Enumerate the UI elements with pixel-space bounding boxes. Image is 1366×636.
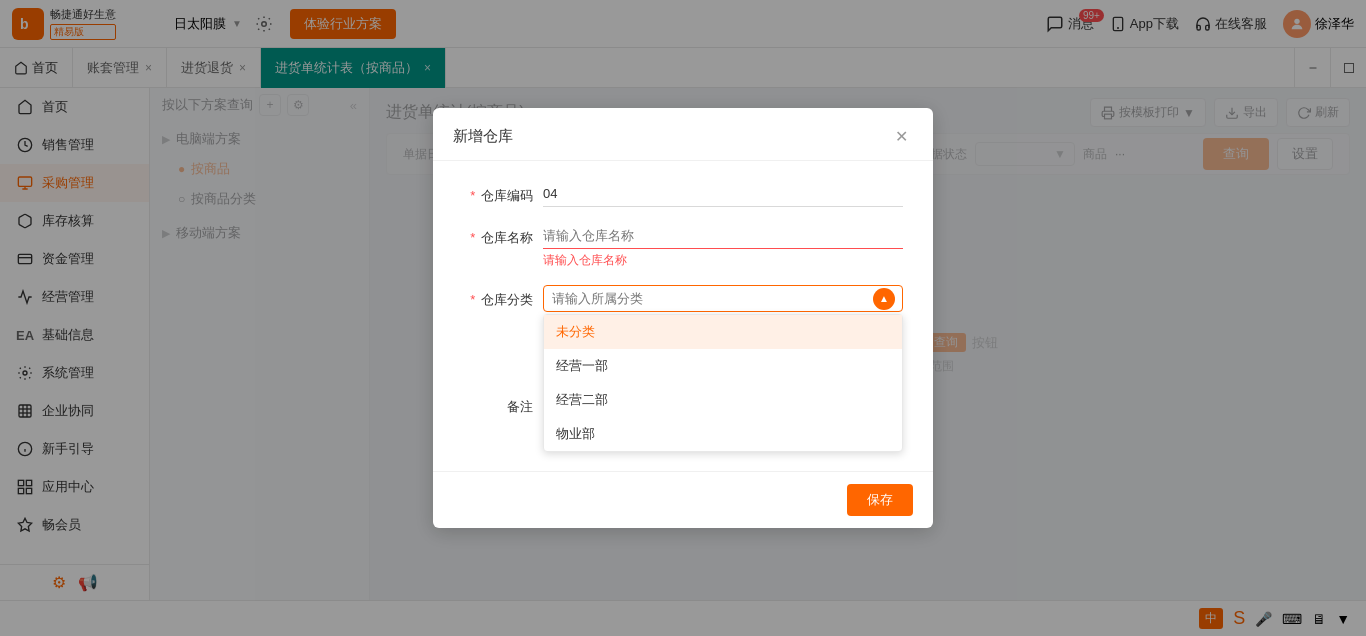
dropdown-item-dept2[interactable]: 经营二部 <box>544 383 902 417</box>
category-row: * 仓库分类 ▲ 未分类 经营一部 经营二部 物业部 <box>463 285 903 312</box>
name-error-message: 请输入仓库名称 <box>543 252 903 269</box>
required-star-name: * <box>470 230 475 245</box>
code-label: * 仓库编码 <box>463 181 543 205</box>
required-star-category: * <box>470 292 475 307</box>
name-input[interactable] <box>543 223 903 249</box>
dialog-body: * 仓库编码 * 仓库名称 请输入仓库名称 <box>433 161 933 471</box>
category-label: * 仓库分类 <box>463 285 543 309</box>
required-star-code: * <box>470 188 475 203</box>
dropdown-item-dept1[interactable]: 经营一部 <box>544 349 902 383</box>
name-row: * 仓库名称 请输入仓库名称 <box>463 223 903 269</box>
category-input[interactable] <box>543 285 903 312</box>
code-row: * 仓库编码 <box>463 181 903 207</box>
name-label: * 仓库名称 <box>463 223 543 247</box>
dialog-close-button[interactable]: ✕ <box>889 124 913 148</box>
dialog-header: 新增仓库 ✕ <box>433 108 933 161</box>
code-field <box>543 181 903 207</box>
category-field: ▲ 未分类 经营一部 经营二部 物业部 <box>543 285 903 312</box>
category-select-wrapper: ▲ <box>543 285 903 312</box>
category-dropdown: 未分类 经营一部 经营二部 物业部 <box>543 314 903 452</box>
note-label: 备注 <box>463 392 543 416</box>
modal-overlay: 新增仓库 ✕ * 仓库编码 * 仓库名称 <box>0 0 1366 636</box>
dialog-footer: 保存 <box>433 471 933 528</box>
code-input[interactable] <box>543 181 903 207</box>
category-arrow-button[interactable]: ▲ <box>873 288 895 310</box>
new-warehouse-dialog: 新增仓库 ✕ * 仓库编码 * 仓库名称 <box>433 108 933 528</box>
dropdown-item-uncategorized[interactable]: 未分类 <box>544 315 902 349</box>
dialog-title: 新增仓库 <box>453 127 513 146</box>
dropdown-item-dept3[interactable]: 物业部 <box>544 417 902 451</box>
save-button[interactable]: 保存 <box>847 484 913 516</box>
name-field: 请输入仓库名称 <box>543 223 903 269</box>
